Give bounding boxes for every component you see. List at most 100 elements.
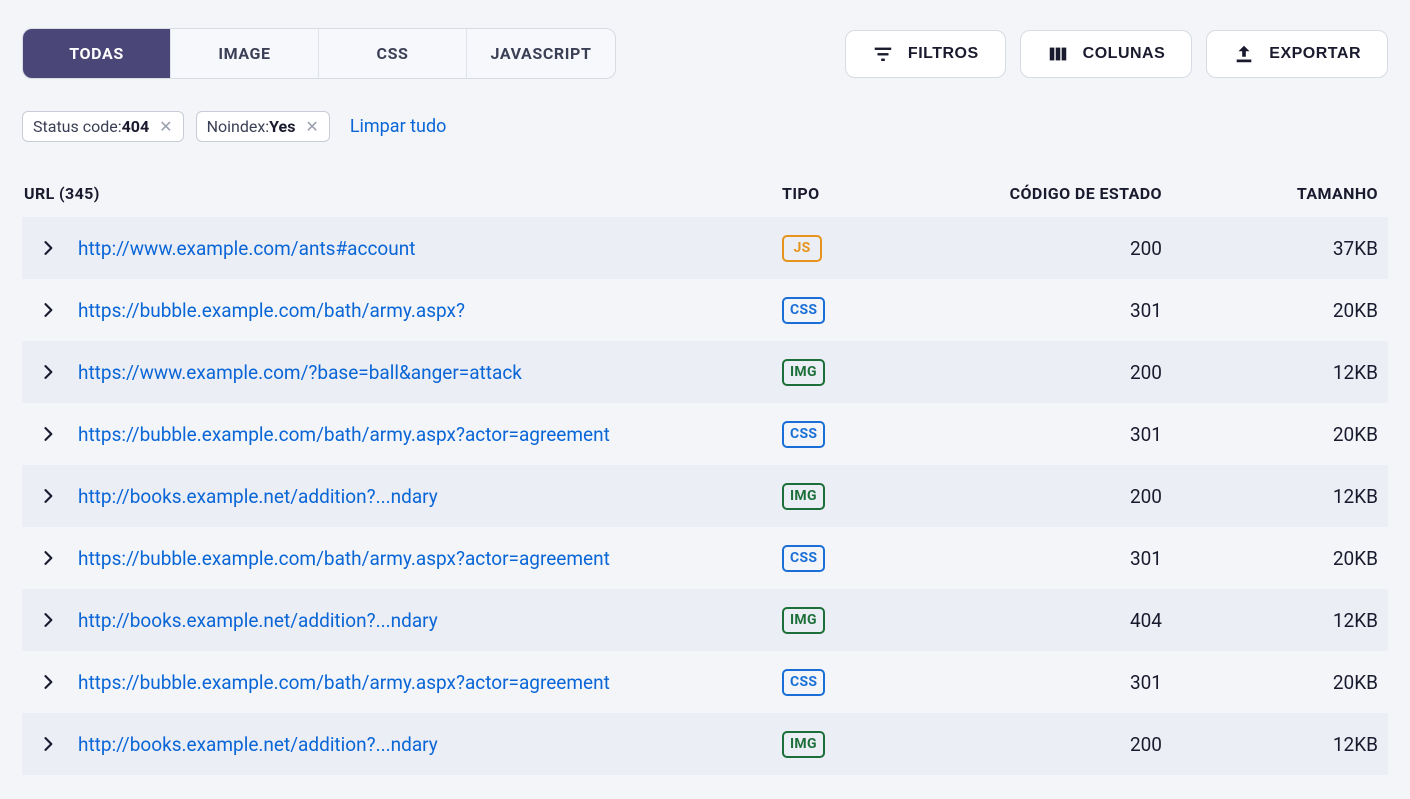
filter-chip: Noindex: Yes ✕ bbox=[196, 111, 330, 142]
filter-chip: Status code: 404 ✕ bbox=[22, 111, 184, 142]
cell-size: 20KB bbox=[1192, 671, 1388, 694]
cell-type: CSS bbox=[782, 421, 902, 448]
cell-type: IMG bbox=[782, 607, 902, 634]
cell-size: 12KB bbox=[1192, 609, 1388, 632]
filters-label: FILTROS bbox=[908, 45, 979, 63]
chip-label: Status code: bbox=[33, 117, 122, 136]
export-label: EXPORTAR bbox=[1269, 45, 1361, 63]
upload-icon bbox=[1233, 43, 1255, 65]
type-badge: IMG bbox=[782, 731, 825, 758]
expand-row-icon[interactable] bbox=[22, 303, 76, 317]
clear-filters-link[interactable]: Limpar tudo bbox=[350, 116, 447, 137]
expand-row-icon[interactable] bbox=[22, 675, 76, 689]
cell-status: 301 bbox=[902, 547, 1192, 570]
cell-status: 200 bbox=[902, 733, 1192, 756]
export-button[interactable]: EXPORTAR bbox=[1206, 30, 1388, 78]
header-type[interactable]: TIPO bbox=[782, 184, 902, 203]
type-badge: CSS bbox=[782, 297, 825, 324]
expand-row-icon[interactable] bbox=[22, 489, 76, 503]
cell-status: 301 bbox=[902, 299, 1192, 322]
columns-label: COLUNAS bbox=[1083, 45, 1166, 63]
cell-url: http://www.example.com/ants#account bbox=[76, 237, 782, 260]
expand-row-icon[interactable] bbox=[22, 365, 76, 379]
url-link[interactable]: https://www.example.com/?base=ball&anger… bbox=[78, 361, 522, 384]
url-link[interactable]: https://bubble.example.com/bath/army.asp… bbox=[78, 547, 610, 570]
active-filters-row: Status code: 404 ✕ Noindex: Yes ✕ Limpar tud… bbox=[22, 111, 1388, 142]
table-row: http://books.example.net/addition?...nda… bbox=[22, 465, 1388, 527]
url-link[interactable]: http://books.example.net/addition?...nda… bbox=[78, 609, 438, 632]
cell-size: 12KB bbox=[1192, 485, 1388, 508]
url-link[interactable]: https://bubble.example.com/bath/army.asp… bbox=[78, 299, 465, 322]
expand-row-icon[interactable] bbox=[22, 551, 76, 565]
cell-status: 404 bbox=[902, 609, 1192, 632]
cell-url: http://books.example.net/addition?...nda… bbox=[76, 609, 782, 632]
cell-url: https://bubble.example.com/bath/army.asp… bbox=[76, 299, 782, 322]
chip-value: 404 bbox=[122, 117, 150, 136]
table-header: URL (345) TIPO CÓDIGO DE ESTADO TAMANHO bbox=[22, 170, 1388, 217]
cell-status: 200 bbox=[902, 361, 1192, 384]
top-bar: TODASIMAGECSSJAVASCRIPT FILTROS COLUNAS … bbox=[22, 28, 1388, 79]
expand-row-icon[interactable] bbox=[22, 613, 76, 627]
table-body: http://www.example.com/ants#account JS 200… bbox=[22, 217, 1388, 775]
columns-button[interactable]: COLUNAS bbox=[1020, 30, 1193, 78]
chip-value: Yes bbox=[269, 117, 295, 136]
type-badge: CSS bbox=[782, 545, 825, 572]
header-status[interactable]: CÓDIGO DE ESTADO bbox=[902, 184, 1192, 203]
cell-size: 20KB bbox=[1192, 547, 1388, 570]
table-row: https://bubble.example.com/bath/army.asp… bbox=[22, 403, 1388, 465]
tab-todas[interactable]: TODAS bbox=[23, 29, 171, 78]
cell-size: 12KB bbox=[1192, 361, 1388, 384]
expand-row-icon[interactable] bbox=[22, 241, 76, 255]
filter-icon bbox=[872, 43, 894, 65]
tab-image[interactable]: IMAGE bbox=[171, 29, 319, 78]
cell-url: https://bubble.example.com/bath/army.asp… bbox=[76, 423, 782, 446]
filters-button[interactable]: FILTROS bbox=[845, 30, 1006, 78]
cell-size: 37KB bbox=[1192, 237, 1388, 260]
table-row: https://bubble.example.com/bath/army.asp… bbox=[22, 279, 1388, 341]
type-badge: JS bbox=[782, 235, 822, 262]
expand-row-icon[interactable] bbox=[22, 737, 76, 751]
url-link[interactable]: http://books.example.net/addition?...nda… bbox=[78, 733, 438, 756]
header-size[interactable]: TAMANHO bbox=[1192, 184, 1388, 203]
cell-url: http://books.example.net/addition?...nda… bbox=[76, 733, 782, 756]
table-row: https://bubble.example.com/bath/army.asp… bbox=[22, 527, 1388, 589]
chip-label: Noindex: bbox=[207, 117, 270, 136]
cell-url: https://bubble.example.com/bath/army.asp… bbox=[76, 547, 782, 570]
action-buttons: FILTROS COLUNAS EXPORTAR bbox=[845, 30, 1388, 78]
columns-icon bbox=[1047, 43, 1069, 65]
type-badge: IMG bbox=[782, 483, 825, 510]
cell-size: 20KB bbox=[1192, 423, 1388, 446]
type-badge: CSS bbox=[782, 669, 825, 696]
cell-type: CSS bbox=[782, 669, 902, 696]
table-row: http://books.example.net/addition?...nda… bbox=[22, 713, 1388, 775]
url-link[interactable]: https://bubble.example.com/bath/army.asp… bbox=[78, 671, 610, 694]
cell-status: 301 bbox=[902, 671, 1192, 694]
type-badge: IMG bbox=[782, 359, 825, 386]
cell-type: JS bbox=[782, 235, 902, 262]
url-link[interactable]: https://bubble.example.com/bath/army.asp… bbox=[78, 423, 610, 446]
cell-type: IMG bbox=[782, 483, 902, 510]
table-row: https://bubble.example.com/bath/army.asp… bbox=[22, 651, 1388, 713]
header-url[interactable]: URL (345) bbox=[22, 184, 782, 203]
table-row: http://books.example.net/addition?...nda… bbox=[22, 589, 1388, 651]
type-badge: CSS bbox=[782, 421, 825, 448]
cell-url: https://bubble.example.com/bath/army.asp… bbox=[76, 671, 782, 694]
tab-css[interactable]: CSS bbox=[319, 29, 467, 78]
cell-type: CSS bbox=[782, 297, 902, 324]
type-badge: IMG bbox=[782, 607, 825, 634]
tab-javascript[interactable]: JAVASCRIPT bbox=[467, 29, 615, 78]
close-icon[interactable]: ✕ bbox=[159, 119, 172, 135]
table-row: http://www.example.com/ants#account JS 200… bbox=[22, 217, 1388, 279]
url-link[interactable]: http://books.example.net/addition?...nda… bbox=[78, 485, 438, 508]
cell-status: 200 bbox=[902, 237, 1192, 260]
cell-type: CSS bbox=[782, 545, 902, 572]
cell-status: 200 bbox=[902, 485, 1192, 508]
table-row: https://www.example.com/?base=ball&anger… bbox=[22, 341, 1388, 403]
cell-size: 20KB bbox=[1192, 299, 1388, 322]
cell-type: IMG bbox=[782, 731, 902, 758]
expand-row-icon[interactable] bbox=[22, 427, 76, 441]
url-link[interactable]: http://www.example.com/ants#account bbox=[78, 237, 415, 260]
close-icon[interactable]: ✕ bbox=[305, 119, 318, 135]
cell-url: https://www.example.com/?base=ball&anger… bbox=[76, 361, 782, 384]
cell-type: IMG bbox=[782, 359, 902, 386]
